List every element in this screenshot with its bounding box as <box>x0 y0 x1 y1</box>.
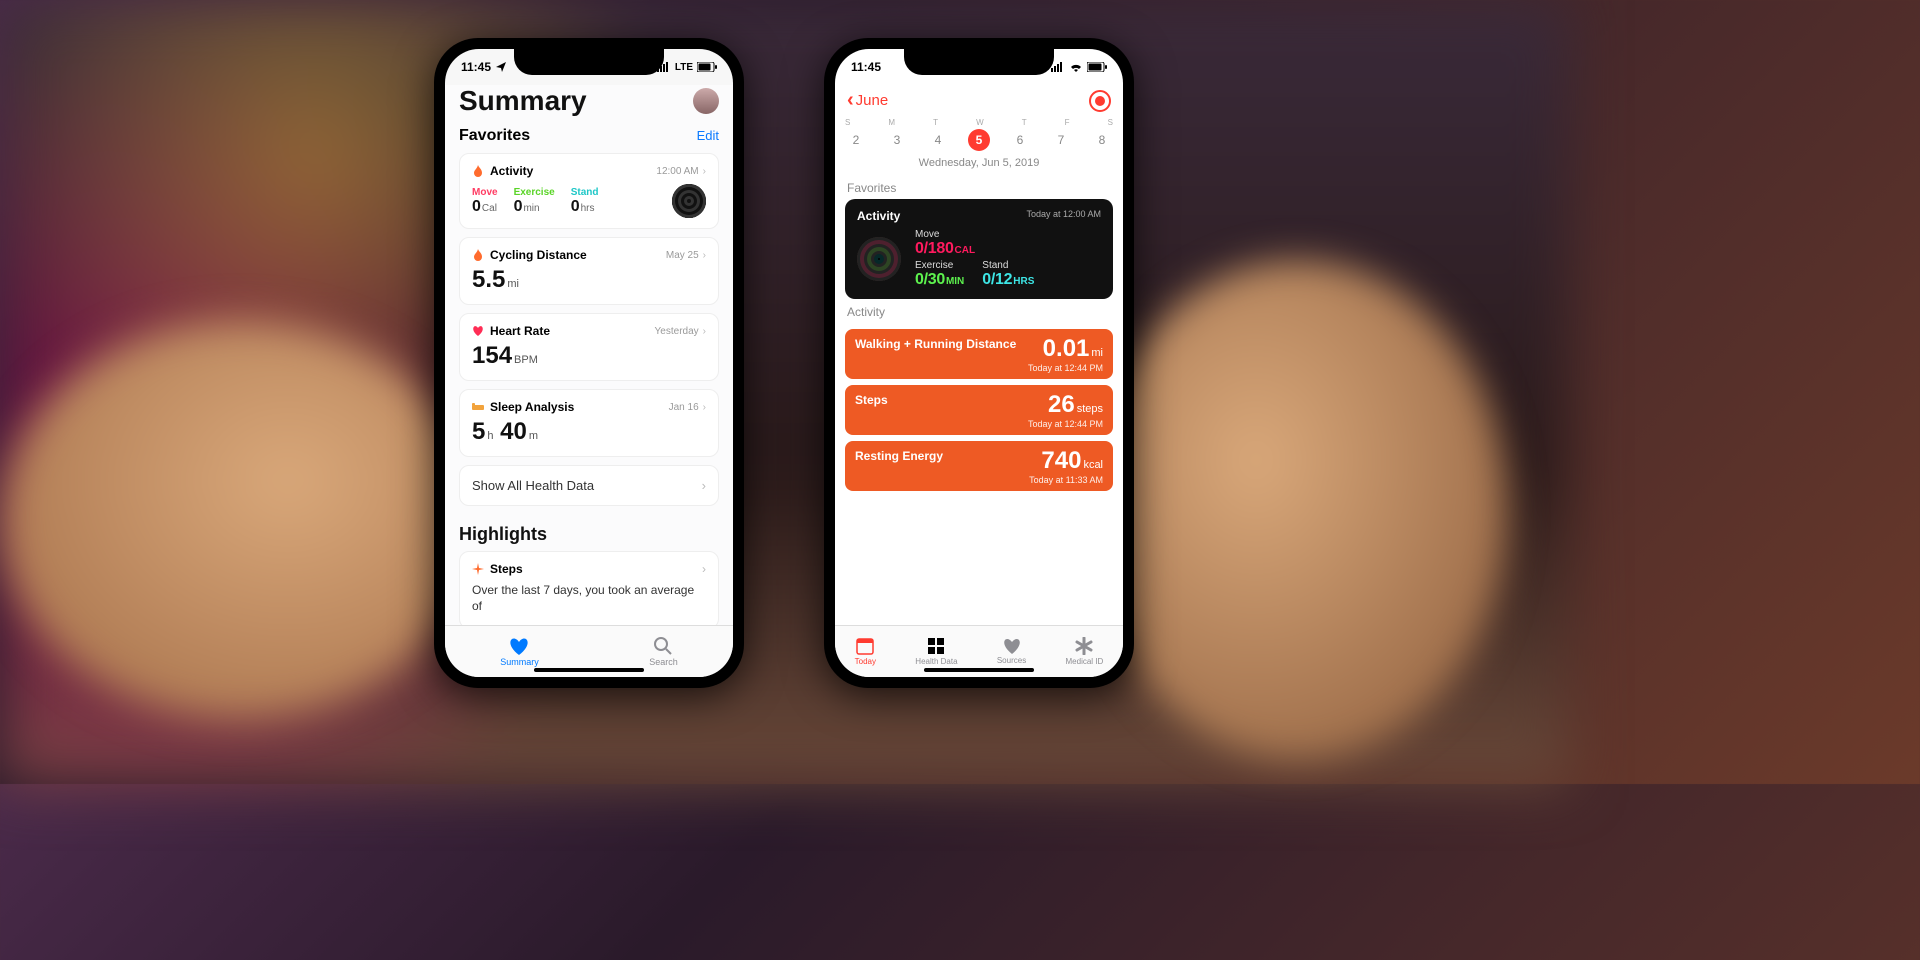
heart-icon <box>509 637 529 655</box>
grid-icon <box>927 637 945 655</box>
metric-title: Walking + Running Distance <box>855 337 1016 351</box>
heart-rate-card[interactable]: Heart Rate Yesterday› 154BPM <box>459 313 719 381</box>
tab-search[interactable]: Search <box>649 637 678 667</box>
sleep-card[interactable]: Sleep Analysis Jan 16› 5h 40m <box>459 389 719 457</box>
spark-icon <box>472 563 484 575</box>
asterisk-icon <box>1075 637 1093 655</box>
battery-icon <box>1087 62 1107 72</box>
tab-health-data[interactable]: Health Data <box>915 637 957 666</box>
activity-card[interactable]: Activity 12:00 AM› Move 0Cal Exercise 0m… <box>459 153 719 229</box>
metric-time: Today at 12:44 PM <box>1028 419 1103 429</box>
favorites-section-label: Favorites <box>835 175 1123 199</box>
activity-metric-card[interactable]: Walking + Running Distance 0.01mi Today … <box>845 329 1113 379</box>
activity-metric-card[interactable]: Steps 26steps Today at 12:44 PM <box>845 385 1113 435</box>
metric-value: 0.01 <box>1043 335 1090 362</box>
location-icon <box>495 61 507 73</box>
weekday-label: T <box>1022 118 1027 127</box>
signal-icon <box>1051 62 1065 72</box>
activity-metric-card[interactable]: Resting Energy 740kcal Today at 11:33 AM <box>845 441 1113 491</box>
move-metric: Move 0Cal <box>472 187 498 216</box>
heart-icon <box>1003 638 1021 654</box>
stand-metric: Stand 0hrs <box>571 187 599 216</box>
page-title: Summary <box>459 85 719 117</box>
chevron-right-icon: › <box>702 478 706 493</box>
edit-button[interactable]: Edit <box>697 128 719 143</box>
weekday-label: S <box>1108 118 1113 127</box>
metric-time: Today at 11:33 AM <box>1029 475 1103 485</box>
activity-rings-icon <box>672 184 706 218</box>
tab-summary[interactable]: Summary <box>500 637 539 667</box>
heart-icon <box>472 325 484 337</box>
metric-unit: kcal <box>1083 459 1103 471</box>
date-cell[interactable]: 5 <box>968 129 990 151</box>
status-time: 11:45 <box>851 60 881 74</box>
stand-metric: Stand 0/12HRS <box>982 260 1034 289</box>
home-indicator[interactable] <box>924 668 1034 672</box>
weekday-label: S <box>845 118 850 127</box>
date-cell[interactable]: 4 <box>927 129 949 151</box>
highlight-steps-card[interactable]: Steps › Over the last 7 days, you took a… <box>459 551 719 625</box>
battery-icon <box>697 62 717 72</box>
tab-today[interactable]: Today <box>855 637 876 666</box>
chevron-right-icon: › <box>703 166 706 177</box>
search-icon <box>654 637 672 655</box>
status-time: 11:45 <box>461 60 491 74</box>
phone-right: 11:45 ‹ June S M T W T F S 2345678 Wednesday, … <box>824 38 1134 688</box>
back-button[interactable]: ‹ June <box>847 89 888 112</box>
notch <box>514 49 664 75</box>
weekday-row: SMTWTFS <box>835 118 1123 127</box>
home-indicator[interactable] <box>534 668 644 672</box>
metric-unit: mi <box>1091 347 1103 359</box>
profile-avatar[interactable] <box>693 88 719 114</box>
date-cell[interactable]: 8 <box>1091 129 1113 151</box>
tab-sources[interactable]: Sources <box>997 638 1026 665</box>
exercise-metric: Exercise 0/30MIN <box>915 260 964 289</box>
metric-time: Today at 12:44 PM <box>1028 363 1103 373</box>
flame-icon <box>472 249 484 261</box>
show-all-health-data[interactable]: Show All Health Data › <box>459 465 719 506</box>
highlights-header: Highlights <box>459 524 719 545</box>
selected-date-label: Wednesday, Jun 5, 2019 <box>835 157 1123 169</box>
activity-card[interactable]: Activity Today at 12:00 AM Move 0/180CAL… <box>845 199 1113 299</box>
weekday-label: M <box>888 118 895 127</box>
exercise-metric: Exercise 0min <box>514 187 555 216</box>
activity-rings-icon <box>857 237 901 281</box>
date-cell[interactable]: 6 <box>1009 129 1031 151</box>
move-metric: Move 0/180CAL <box>915 229 1034 258</box>
chevron-left-icon: ‹ <box>847 89 854 112</box>
chevron-right-icon: › <box>703 402 706 413</box>
chevron-right-icon: › <box>703 326 706 337</box>
weekday-label: F <box>1065 118 1070 127</box>
calendar-icon <box>856 637 874 655</box>
weekday-label: W <box>976 118 984 127</box>
chevron-right-icon: › <box>703 250 706 261</box>
metric-unit: steps <box>1077 403 1103 415</box>
favorites-header: Favorites Edit <box>459 127 719 145</box>
wifi-icon <box>1069 62 1083 72</box>
metric-title: Steps <box>855 393 888 407</box>
phone-left: 11:45 LTE Summary Favorites Edit <box>434 38 744 688</box>
notch <box>904 49 1054 75</box>
tab-medical-id[interactable]: Medical ID <box>1066 637 1104 666</box>
flame-icon <box>472 165 484 177</box>
weekday-label: T <box>933 118 938 127</box>
metric-value: 740 <box>1041 447 1081 474</box>
date-row: 2345678 <box>835 129 1123 151</box>
profile-button[interactable] <box>1089 90 1111 112</box>
activity-section-label: Activity <box>835 299 1123 323</box>
metric-title: Resting Energy <box>855 449 943 463</box>
date-cell[interactable]: 2 <box>845 129 867 151</box>
chevron-right-icon: › <box>702 562 706 576</box>
status-network: LTE <box>675 62 693 73</box>
bed-icon <box>472 401 484 413</box>
date-cell[interactable]: 3 <box>886 129 908 151</box>
metric-value: 26 <box>1048 391 1075 418</box>
date-cell[interactable]: 7 <box>1050 129 1072 151</box>
cycling-card[interactable]: Cycling Distance May 25› 5.5mi <box>459 237 719 305</box>
